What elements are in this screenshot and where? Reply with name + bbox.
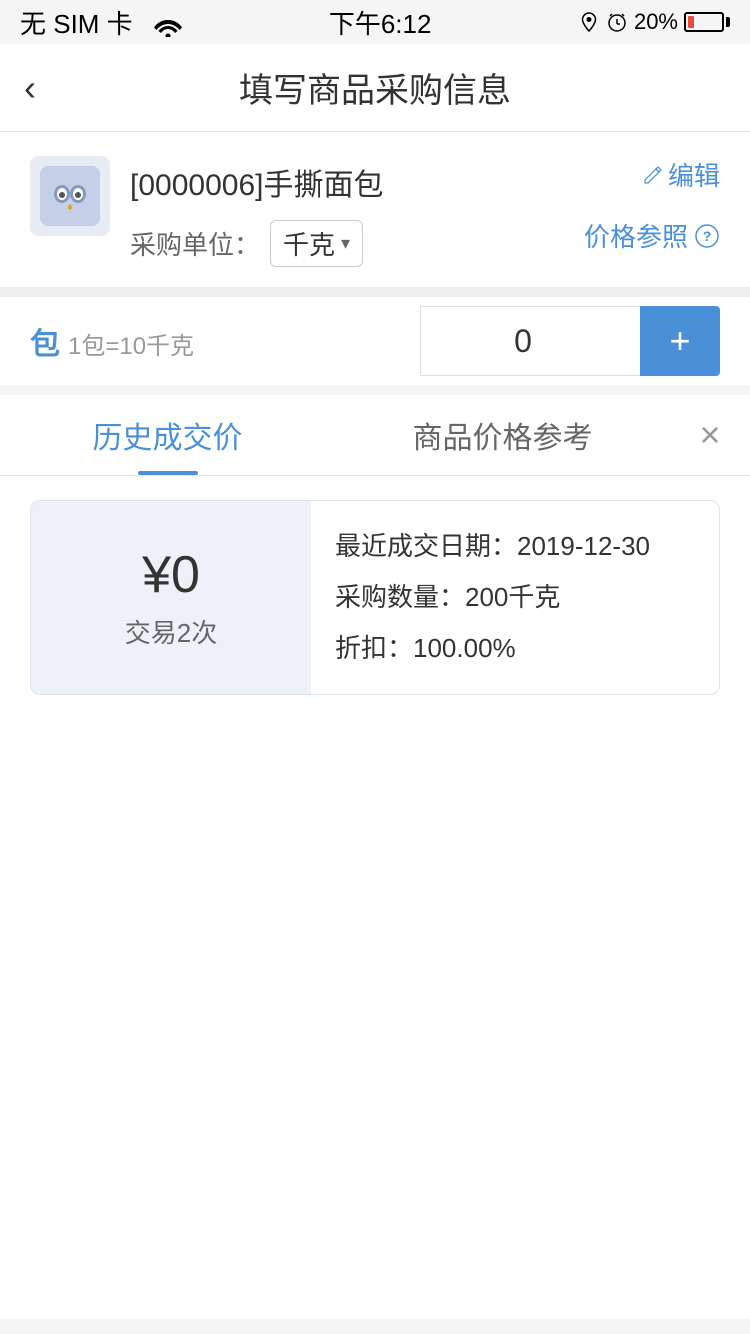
tabs-header: 历史成交价 商品价格参考 ×	[0, 395, 750, 476]
product-name: [0000006]手撕面包	[130, 160, 383, 204]
tab-content-area: ¥0 交易2次 最近成交日期：2019-12-30 采购数量：200千克 折扣：…	[0, 476, 750, 719]
transaction-card: ¥0 交易2次 最近成交日期：2019-12-30 采购数量：200千克 折扣：…	[30, 500, 720, 695]
status-right-group: 20%	[578, 9, 730, 35]
package-icon-label: 包	[30, 319, 60, 363]
status-bar: 无 SIM 卡 下午6:12 20%	[0, 0, 750, 44]
svg-text:?: ?	[703, 228, 712, 244]
product-section: [0000006]手撕面包 采购单位： 千克 ▾ 编辑 价格参照	[0, 132, 750, 287]
location-icon	[578, 11, 600, 33]
edit-button[interactable]: 编辑	[642, 156, 720, 193]
price-display: ¥0	[142, 545, 200, 605]
card-price-left: ¥0 交易2次	[31, 501, 311, 694]
battery-percent: 20%	[634, 9, 678, 35]
unit-select[interactable]: 千克 ▾	[270, 220, 363, 267]
card-details-right: 最近成交日期：2019-12-30 采购数量：200千克 折扣：100.00%	[311, 501, 719, 694]
quantity-input[interactable]	[420, 306, 640, 376]
quantity-controls: +	[420, 306, 720, 376]
tab-product-price-ref[interactable]: 商品价格参考	[335, 395, 670, 475]
battery-icon	[684, 12, 730, 32]
purchase-qty-line: 采购数量：200千克	[335, 578, 695, 617]
bottom-area	[0, 719, 750, 1319]
status-time: 下午6:12	[329, 4, 432, 41]
package-conversion: 1包=10千克	[68, 326, 194, 361]
product-thumbnail	[30, 156, 110, 236]
status-carrier: 无 SIM 卡	[20, 4, 182, 41]
tab-history-price[interactable]: 历史成交价	[0, 395, 335, 475]
chevron-down-icon: ▾	[341, 233, 350, 254]
page-title: 填写商品采购信息	[239, 63, 511, 112]
quantity-plus-button[interactable]: +	[640, 306, 720, 376]
tabs-close-button[interactable]: ×	[670, 395, 750, 475]
recent-date-line: 最近成交日期：2019-12-30	[335, 527, 695, 566]
back-button[interactable]: ‹	[24, 67, 36, 109]
unit-value: 千克	[283, 225, 335, 262]
trade-count: 交易2次	[125, 613, 217, 650]
section-divider	[0, 287, 750, 297]
help-icon: ?	[694, 223, 720, 249]
edit-icon	[642, 164, 664, 186]
quantity-label-group: 包 1包=10千克	[30, 319, 194, 363]
unit-label: 采购单位：	[130, 225, 260, 262]
alarm-icon	[606, 11, 628, 33]
tabs-section: 历史成交价 商品价格参考 × ¥0 交易2次 最近成交日期：2019-12-30…	[0, 395, 750, 719]
quantity-section: 包 1包=10千克 +	[0, 297, 750, 385]
discount-line: 折扣：100.00%	[335, 629, 695, 668]
nav-bar: ‹ 填写商品采购信息	[0, 44, 750, 132]
price-reference-link[interactable]: 价格参照 ?	[584, 217, 720, 254]
wifi-icon	[154, 15, 182, 37]
